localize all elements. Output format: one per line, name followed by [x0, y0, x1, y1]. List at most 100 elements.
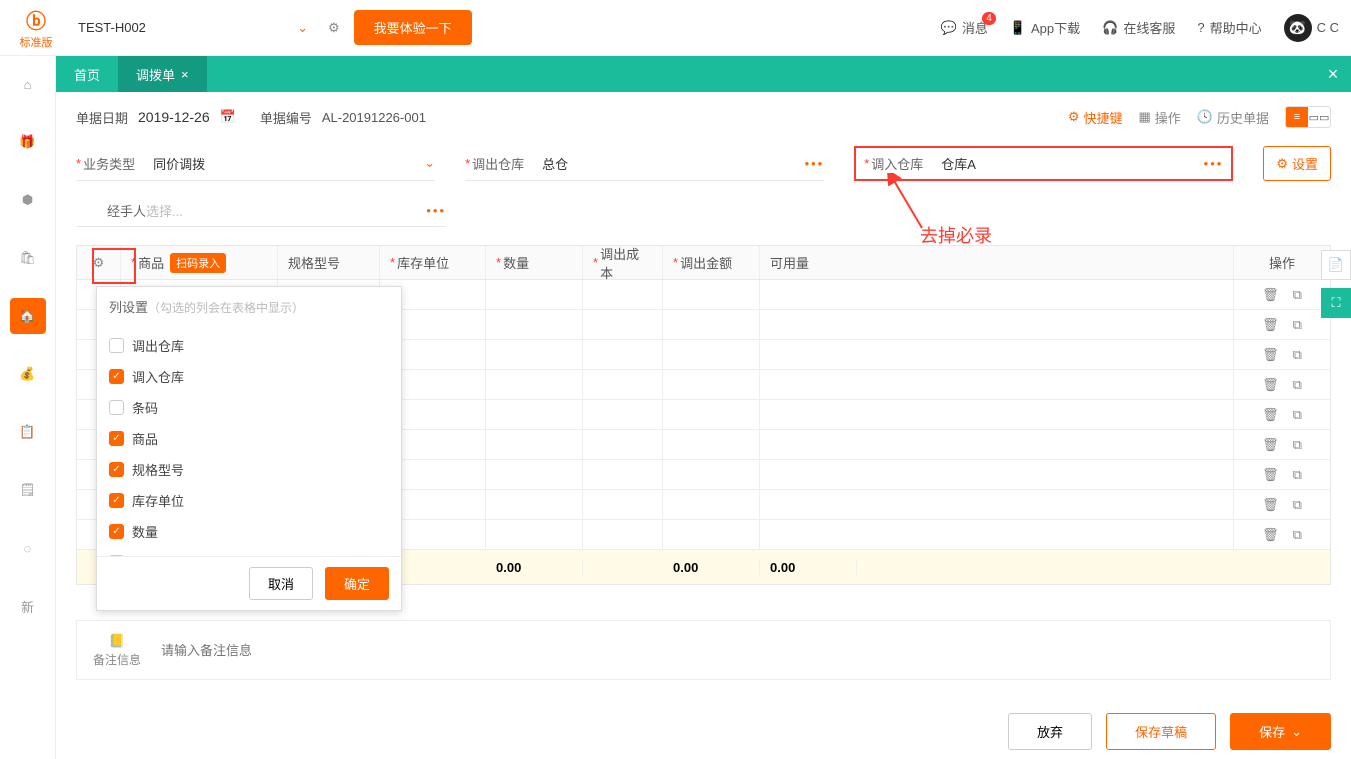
delete-icon[interactable]: 🗑: [1262, 347, 1279, 363]
history-link[interactable]: 🕓历史单据: [1197, 108, 1269, 127]
column-settings-button[interactable]: ⚙: [77, 246, 121, 279]
foot-qty: 0.00: [486, 560, 583, 575]
card-view-icon[interactable]: ▭▭: [1308, 107, 1330, 127]
operate-link[interactable]: ▦操作: [1138, 108, 1180, 127]
calendar-icon[interactable]: 📅: [220, 109, 236, 125]
logo-text: 标准版: [20, 34, 53, 50]
column-option[interactable]: 条码: [109, 392, 389, 423]
code-label: 单据编号: [260, 108, 312, 127]
gear-icon: ⚙: [1068, 109, 1080, 125]
messages-link[interactable]: 💬 消息 4: [941, 18, 988, 37]
tab-home[interactable]: 首页: [56, 56, 118, 92]
chevron-down-icon: ⌄: [1291, 724, 1302, 740]
handler-field[interactable]: 经手人 选择... •••: [76, 195, 446, 227]
date-value[interactable]: 2019-12-26: [138, 109, 210, 125]
list-view-icon[interactable]: ≡: [1286, 107, 1308, 127]
message-icon: 💬: [941, 20, 957, 36]
more-icon[interactable]: •••: [805, 156, 825, 171]
discard-button[interactable]: 放弃: [1008, 713, 1092, 750]
delete-icon[interactable]: 🗑: [1262, 497, 1279, 513]
delete-icon[interactable]: 🗑: [1262, 377, 1279, 393]
delete-icon[interactable]: 🗑: [1262, 317, 1279, 333]
column-option[interactable]: 调出仓库: [109, 330, 389, 361]
remark-input[interactable]: [161, 643, 1314, 658]
save-draft-button[interactable]: 保存草稿: [1106, 713, 1216, 750]
ok-button[interactable]: 确定: [325, 567, 389, 600]
app-label: App下载: [1031, 18, 1080, 37]
copy-icon[interactable]: ⧉: [1293, 527, 1302, 543]
copy-icon[interactable]: ⧉: [1293, 497, 1302, 513]
more-icon[interactable]: •••: [1204, 156, 1224, 171]
copy-icon[interactable]: ⧉: [1293, 317, 1302, 333]
avatar: 🐼: [1284, 14, 1312, 42]
copy-icon[interactable]: ⧉: [1293, 347, 1302, 363]
help-link[interactable]: ? 帮助中心: [1197, 18, 1261, 37]
close-all-button[interactable]: ×: [1315, 56, 1351, 92]
column-option[interactable]: ✓ 规格型号: [109, 454, 389, 485]
checkbox-icon: ✓: [109, 524, 124, 539]
more-icon[interactable]: •••: [426, 203, 446, 218]
foot-amt: 0.00: [760, 560, 857, 575]
biz-label: 业务类型: [83, 154, 153, 173]
column-settings-popup: 列设置（勾选的列会在表格中显示） 调出仓库✓调入仓库条码✓商品✓规格型号✓库存单…: [96, 286, 402, 611]
delete-icon[interactable]: 🗑: [1262, 527, 1279, 543]
copy-icon[interactable]: ⧉: [1293, 287, 1302, 303]
copy-icon[interactable]: ⧉: [1293, 467, 1302, 483]
option-label: 调入仓库: [132, 367, 184, 386]
sidebar-home[interactable]: ⌂: [10, 66, 46, 102]
delete-icon[interactable]: 🗑: [1262, 437, 1279, 453]
app-download-link[interactable]: 📱 App下载: [1010, 18, 1080, 37]
view-toggle[interactable]: ≡ ▭▭: [1285, 106, 1331, 128]
store-select[interactable]: TEST-H002 ⌄: [68, 12, 318, 44]
cancel-button[interactable]: 取消: [249, 567, 313, 600]
settings-button[interactable]: ⚙设置: [1263, 146, 1331, 181]
in-warehouse-field[interactable]: *调入仓库 仓库A •••: [854, 146, 1233, 181]
sidebar-house[interactable]: ⬢: [10, 182, 46, 218]
sidebar-clipboard[interactable]: 📋: [10, 414, 46, 450]
grid-icon: ▦: [1138, 109, 1150, 125]
out-label: 调出仓库: [472, 154, 542, 173]
user-menu[interactable]: 🐼 C C: [1284, 14, 1339, 42]
column-option[interactable]: ✓数量: [109, 516, 389, 547]
sidebar-money[interactable]: 💰: [10, 356, 46, 392]
delete-icon[interactable]: 🗑: [1262, 407, 1279, 423]
sidebar-gift[interactable]: 🎁: [10, 124, 46, 160]
close-icon[interactable]: ×: [181, 67, 189, 82]
tabs-bar: 首页 调拨单 × ×: [56, 56, 1351, 92]
trial-button[interactable]: 我要体验一下: [354, 10, 472, 45]
save-button[interactable]: 保存⌄: [1230, 713, 1331, 750]
help-label: 帮助中心: [1210, 18, 1262, 37]
col-avail: 可用量: [760, 246, 1234, 279]
date-label: 单据日期: [76, 108, 128, 127]
delete-icon[interactable]: 🗑: [1262, 467, 1279, 483]
delete-icon[interactable]: 🗑: [1262, 287, 1279, 303]
sidebar-warehouse[interactable]: 🏠: [10, 298, 46, 334]
copy-icon[interactable]: ⧉: [1293, 407, 1302, 423]
copy-icon[interactable]: ⧉: [1293, 377, 1302, 393]
remark-section: 📒 备注信息: [76, 620, 1331, 680]
checkbox-icon: ✓: [109, 369, 124, 384]
scan-button[interactable]: 扫码录入: [170, 253, 226, 273]
sidebar-bag[interactable]: 🛍: [10, 240, 46, 276]
sidebar-new[interactable]: 新: [10, 588, 46, 624]
expand-tool[interactable]: ⛶: [1321, 288, 1351, 318]
checkbox-icon: ✓: [109, 462, 124, 477]
copy-icon[interactable]: ⧉: [1293, 437, 1302, 453]
shortcut-link[interactable]: ⚙快捷键: [1068, 108, 1123, 127]
business-type-field[interactable]: *业务类型 同价调拨 ⌄: [76, 146, 435, 181]
sidebar-ring[interactable]: ◌: [10, 530, 46, 566]
sidebar-report[interactable]: 🗒: [10, 472, 46, 508]
column-option[interactable]: 单位2: [109, 547, 389, 556]
checkbox-icon: [109, 338, 124, 353]
option-label: 商品: [132, 429, 158, 448]
column-option[interactable]: ✓ 调入仓库: [109, 361, 389, 392]
tab-transfer-order[interactable]: 调拨单 ×: [118, 56, 207, 92]
note-tool[interactable]: 📄: [1321, 250, 1351, 280]
column-option[interactable]: ✓商品: [109, 423, 389, 454]
gear-icon[interactable]: ⚙: [328, 20, 340, 36]
service-link[interactable]: 🎧 在线客服: [1102, 18, 1175, 37]
column-option[interactable]: ✓库存单位: [109, 485, 389, 516]
out-warehouse-field[interactable]: *调出仓库 总仓 •••: [465, 146, 824, 181]
option-label: 规格型号: [132, 460, 184, 479]
col-amt: *调出金额: [663, 246, 760, 279]
